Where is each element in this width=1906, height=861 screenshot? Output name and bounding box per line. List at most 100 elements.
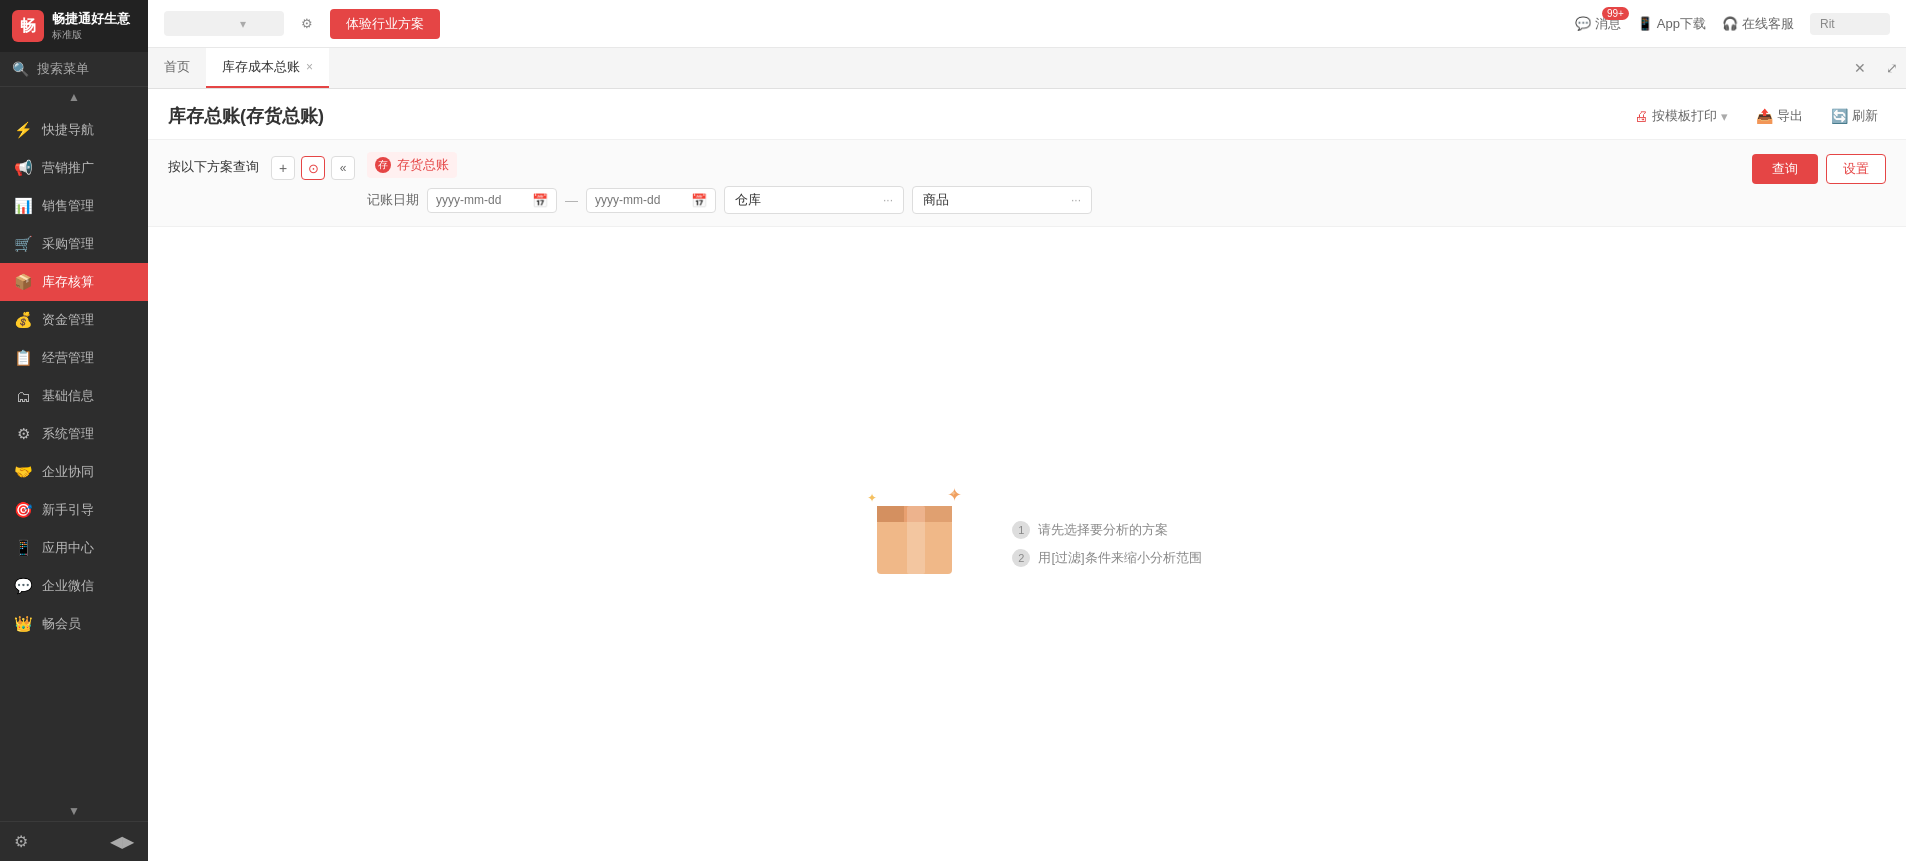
finance-icon: 💰	[14, 311, 32, 329]
sidebar-item-label: 系统管理	[42, 425, 94, 443]
scheme-label: 存货总账	[397, 156, 449, 174]
sidebar-item-label: 采购管理	[42, 235, 94, 253]
app-logo-icon: 畅	[12, 10, 44, 42]
sidebar-item-basic[interactable]: 🗂 基础信息	[0, 377, 148, 415]
tab-close-icon[interactable]: ×	[306, 60, 313, 74]
settings-footer-button[interactable]: ⚙	[14, 832, 28, 851]
empty-state: ✦ ✦	[148, 227, 1906, 861]
breadcrumb[interactable]: ▾	[164, 11, 284, 36]
filter-add-button[interactable]: +	[271, 156, 295, 180]
main-content: ▾ ⚙ 体验行业方案 💬 消息 99+ 📱 App下载 🎧 在线客服 Rit	[148, 0, 1906, 861]
sidebar-item-finance[interactable]: 💰 资金管理	[0, 301, 148, 339]
sidebar-nav: ⚡ 快捷导航 📢 营销推广 📊 销售管理 🛒 采购管理 📦 库存核算 💰 资金管…	[0, 107, 148, 801]
system-icon: ⚙	[14, 425, 32, 443]
headset-icon: 🎧	[1722, 16, 1738, 31]
filter-collapse-button[interactable]: ⊙	[301, 156, 325, 180]
topbar-right: 💬 消息 99+ 📱 App下载 🎧 在线客服 Rit	[1575, 13, 1890, 35]
filter-scheme-selector[interactable]: 存 存货总账	[367, 152, 457, 178]
empty-box-svg: ✦ ✦	[862, 484, 972, 584]
sidebar-scroll-down[interactable]: ▼	[0, 801, 148, 821]
export-label: 导出	[1777, 107, 1803, 125]
tabbar: 首页 库存成本总账 × ✕ ⤢	[148, 48, 1906, 89]
online-support-button[interactable]: 🎧 在线客服	[1722, 15, 1794, 33]
member-icon: 👑	[14, 615, 32, 633]
sidebar-item-purchase[interactable]: 🛒 采购管理	[0, 225, 148, 263]
svg-marker-3	[925, 506, 952, 522]
date-start-field[interactable]	[436, 193, 526, 207]
empty-text: 1 请先选择要分析的方案 2 用[过滤]条件来缩小分析范围	[1012, 521, 1201, 567]
refresh-button[interactable]: 🔄 刷新	[1823, 103, 1886, 129]
marketing-icon: 📢	[14, 159, 32, 177]
toggle-sidebar-button[interactable]: ◀▶	[110, 832, 134, 851]
sidebar-item-guide[interactable]: 🎯 新手引导	[0, 491, 148, 529]
sidebar-item-label: 企业协同	[42, 463, 94, 481]
sidebar-item-quick-nav[interactable]: ⚡ 快捷导航	[0, 111, 148, 149]
appstore-icon: 📱	[14, 539, 32, 557]
trial-button[interactable]: 体验行业方案	[330, 9, 440, 39]
page-header: 库存总账(存货总账) 🖨 按模板打印 ▾ 📤 导出 🔄 刷新	[148, 89, 1906, 140]
empty-illustration: ✦ ✦	[852, 484, 972, 604]
sidebar-scroll-up[interactable]: ▲	[0, 87, 148, 107]
empty-hint-1: 1 请先选择要分析的方案	[1012, 521, 1201, 539]
sidebar-item-label: 经营管理	[42, 349, 94, 367]
sidebar-item-wecom[interactable]: 💬 企业微信	[0, 567, 148, 605]
settings-btn[interactable]: 设置	[1826, 154, 1886, 184]
sidebar-item-label: 新手引导	[42, 501, 94, 519]
operations-icon: 📋	[14, 349, 32, 367]
messages-button[interactable]: 💬 消息 99+	[1575, 15, 1621, 33]
app-logo-text: 畅捷通好生意 标准版	[52, 11, 130, 41]
tab-home[interactable]: 首页	[148, 48, 206, 88]
date-end-field[interactable]	[595, 193, 685, 207]
sidebar-item-appstore[interactable]: 📱 应用中心	[0, 529, 148, 567]
filter-row-date: 记账日期 📅 — 📅 仓库 ··· 商品	[367, 186, 1740, 214]
sidebar-search[interactable]: 🔍 搜索菜单	[0, 52, 148, 87]
panel-close-button[interactable]: ✕	[1842, 50, 1878, 86]
sidebar-item-system[interactable]: ⚙ 系统管理	[0, 415, 148, 453]
app-brand: 畅捷通好生意	[52, 11, 130, 28]
sidebar-item-member[interactable]: 👑 畅会员	[0, 605, 148, 643]
print-label: 按模板打印	[1652, 107, 1717, 125]
tab-inventory-ledger[interactable]: 库存成本总账 ×	[206, 48, 329, 88]
svg-text:✦: ✦	[867, 491, 877, 505]
sidebar-item-label: 基础信息	[42, 387, 94, 405]
print-button[interactable]: 🖨 按模板打印 ▾	[1626, 103, 1736, 129]
topbar-left: ▾ ⚙ 体验行业方案	[164, 9, 440, 39]
warehouse-selector[interactable]: 仓库 ···	[724, 186, 904, 214]
product-selector[interactable]: 商品 ···	[912, 186, 1092, 214]
query-button[interactable]: 查询	[1752, 154, 1818, 184]
empty-hint-2: 2 用[过滤]条件来缩小分析范围	[1012, 549, 1201, 567]
gear-icon: ⚙	[301, 16, 313, 31]
sidebar-item-sales[interactable]: 📊 销售管理	[0, 187, 148, 225]
svg-text:✦: ✦	[950, 489, 957, 498]
sidebar-item-operations[interactable]: 📋 经营管理	[0, 339, 148, 377]
sidebar-item-label: 销售管理	[42, 197, 94, 215]
topbar-settings-button[interactable]: ⚙	[292, 9, 322, 39]
empty-hint-1-text: 请先选择要分析的方案	[1038, 521, 1168, 539]
export-button[interactable]: 📤 导出	[1748, 103, 1811, 129]
sidebar-item-marketing[interactable]: 📢 营销推广	[0, 149, 148, 187]
empty-hint-2-text: 用[过滤]条件来缩小分析范围	[1038, 549, 1201, 567]
sidebar-item-label: 应用中心	[42, 539, 94, 557]
sidebar-logo: 畅 畅捷通好生意 标准版	[0, 0, 148, 52]
filter-expand-button[interactable]: «	[331, 156, 355, 180]
date-end-input[interactable]: 📅	[586, 188, 716, 213]
scheme-icon: 存	[375, 157, 391, 173]
sidebar-item-inventory[interactable]: 📦 库存核算	[0, 263, 148, 301]
sidebar-item-label: 库存核算	[42, 273, 94, 291]
quick-nav-icon: ⚡	[14, 121, 32, 139]
calendar-start-icon[interactable]: 📅	[532, 193, 548, 208]
app-download-button[interactable]: 📱 App下载	[1637, 15, 1706, 33]
sidebar-item-enterprise[interactable]: 🤝 企业协同	[0, 453, 148, 491]
refresh-label: 刷新	[1852, 107, 1878, 125]
search-icon: 🔍	[12, 61, 29, 77]
calendar-end-icon[interactable]: 📅	[691, 193, 707, 208]
sidebar-search-label: 搜索菜单	[37, 60, 89, 78]
date-filter-label: 记账日期	[367, 191, 419, 209]
topbar: ▾ ⚙ 体验行业方案 💬 消息 99+ 📱 App下载 🎧 在线客服 Rit	[148, 0, 1906, 48]
panel-expand-button[interactable]: ⤢	[1878, 50, 1906, 86]
phone-icon: 📱	[1637, 16, 1653, 31]
user-profile[interactable]: Rit	[1810, 13, 1890, 35]
date-start-input[interactable]: 📅	[427, 188, 557, 213]
page-content: 库存总账(存货总账) 🖨 按模板打印 ▾ 📤 导出 🔄 刷新 按以下方案查	[148, 89, 1906, 861]
sidebar: 畅 畅捷通好生意 标准版 🔍 搜索菜单 ▲ ⚡ 快捷导航 📢 营销推广 📊 销售…	[0, 0, 148, 861]
